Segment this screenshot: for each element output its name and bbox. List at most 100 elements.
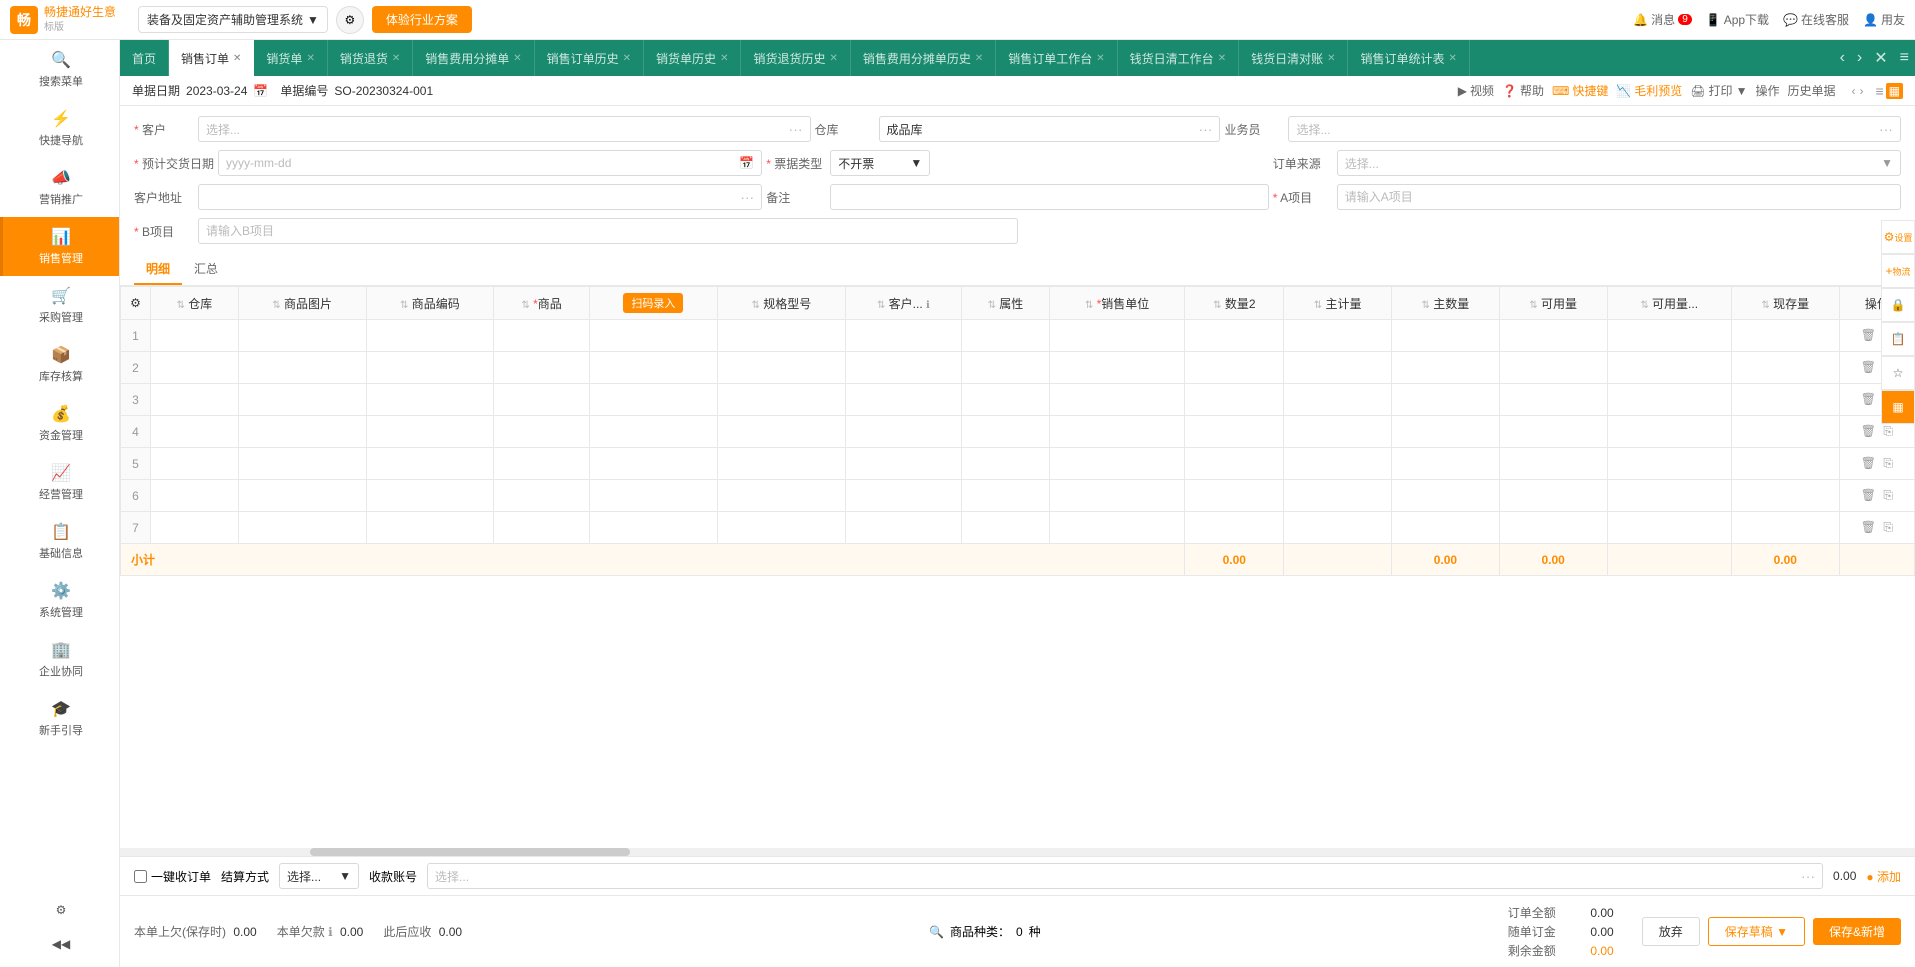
- online-service-btn[interactable]: 💬 在线客服: [1783, 11, 1849, 28]
- history-btn[interactable]: 历史单据: [1787, 82, 1835, 99]
- help-btn[interactable]: ❓ 帮助: [1502, 82, 1544, 99]
- row-spec-model[interactable]: [718, 512, 846, 544]
- row-main-quantity[interactable]: [1392, 416, 1500, 448]
- row-attributes[interactable]: [962, 352, 1050, 384]
- sidebar-item-purchase[interactable]: 🛒 采购管理: [0, 276, 119, 335]
- tab-sales-order-stats[interactable]: 销售订单统计表 ✕: [1348, 40, 1469, 76]
- delete-row-icon[interactable]: 🗑: [1861, 392, 1876, 406]
- close-sales-bill-tab[interactable]: ✕: [306, 53, 314, 64]
- copy-row-icon[interactable]: ⎘: [1883, 424, 1893, 438]
- right-add-logistics-btn[interactable]: + 物流: [1881, 254, 1915, 288]
- delivery-calendar-icon[interactable]: 📅: [739, 156, 754, 170]
- row-spec-model[interactable]: [718, 320, 846, 352]
- row-product-code[interactable]: [366, 512, 494, 544]
- row-quantity2[interactable]: [1185, 352, 1284, 384]
- a-project-input[interactable]: 请输入A项目: [1337, 184, 1901, 210]
- row-warehouse[interactable]: [151, 416, 239, 448]
- close-cash-workbench-tab[interactable]: ✕: [1218, 53, 1226, 64]
- close-sales-order-tab[interactable]: ✕: [233, 53, 241, 64]
- sidebar-item-operations[interactable]: 📈 经营管理: [0, 453, 119, 512]
- receipt-dots-btn[interactable]: ···: [1801, 868, 1815, 884]
- delete-row-icon[interactable]: 🗑: [1861, 424, 1876, 438]
- sidebar-item-quicknav[interactable]: ⚡ 快捷导航: [0, 99, 119, 158]
- sidebar-item-guide[interactable]: 🎓 新手引导: [0, 689, 119, 748]
- print-btn[interactable]: 🖨 打印 ▼: [1690, 82, 1747, 99]
- calendar-icon[interactable]: 📅: [253, 84, 268, 98]
- row-warehouse[interactable]: [151, 320, 239, 352]
- row-product[interactable]: [494, 448, 590, 480]
- tab-more-btn[interactable]: ≡: [1894, 49, 1915, 67]
- row-main-quantity[interactable]: [1392, 512, 1500, 544]
- row-product-code[interactable]: [366, 384, 494, 416]
- tab-sales-order-workbench[interactable]: 销售订单工作台 ✕: [996, 40, 1117, 76]
- user-btn[interactable]: 👤 用友: [1863, 11, 1905, 28]
- table-gear-icon[interactable]: ⚙: [130, 296, 141, 310]
- row-quantity2[interactable]: [1185, 384, 1284, 416]
- row-product-code[interactable]: [366, 480, 494, 512]
- sub-tab-summary[interactable]: 汇总: [182, 254, 230, 285]
- row-attributes[interactable]: [962, 320, 1050, 352]
- close-expense-split-tab[interactable]: ✕: [513, 53, 521, 64]
- delete-row-icon[interactable]: 🗑: [1861, 360, 1876, 374]
- row-product[interactable]: [494, 384, 590, 416]
- tab-sales-bill[interactable]: 销货单 ✕: [254, 40, 327, 76]
- operation-btn[interactable]: 操作: [1755, 82, 1779, 99]
- invoice-type-select[interactable]: 不开票 ▼: [830, 150, 930, 176]
- tab-prev-btn[interactable]: ‹: [1834, 49, 1851, 67]
- row-customer-code[interactable]: [845, 512, 961, 544]
- row-customer-code[interactable]: [845, 448, 961, 480]
- order-source-input[interactable]: 选择... ▼: [1337, 150, 1901, 176]
- delete-row-icon[interactable]: 🗑: [1861, 488, 1876, 502]
- row-quantity2[interactable]: [1185, 448, 1284, 480]
- tab-cash-daily-account[interactable]: 钱货日清对账 ✕: [1239, 40, 1348, 76]
- save-draft-arrow[interactable]: ▼: [1776, 925, 1788, 939]
- row-warehouse[interactable]: [151, 512, 239, 544]
- copy-row-icon[interactable]: ⎘: [1883, 456, 1893, 470]
- sidebar-collapse-btn[interactable]: ◀◀: [49, 931, 70, 957]
- tab-cash-daily-workbench[interactable]: 钱货日清工作台 ✕: [1118, 40, 1239, 76]
- row-spec-model[interactable]: [718, 480, 846, 512]
- row-spec-model[interactable]: [718, 448, 846, 480]
- scan-entry-btn[interactable]: 扫码录入: [623, 293, 683, 313]
- system-selector[interactable]: 装备及固定资产辅助管理系统 ▼: [138, 6, 328, 33]
- row-attributes[interactable]: [962, 480, 1050, 512]
- row-customer-code[interactable]: [845, 352, 961, 384]
- copy-row-icon[interactable]: ⎘: [1883, 520, 1893, 534]
- row-customer-code[interactable]: [845, 384, 961, 416]
- row-sales-unit[interactable]: [1049, 320, 1185, 352]
- right-lock-btn[interactable]: 🔒: [1881, 288, 1915, 322]
- next-record-btn[interactable]: ›: [1859, 84, 1863, 98]
- delete-row-icon[interactable]: 🗑: [1861, 328, 1876, 342]
- right-barcode-btn[interactable]: ▦: [1881, 390, 1915, 424]
- save-new-button[interactable]: 保存&新增: [1813, 918, 1901, 945]
- sidebar-item-sales[interactable]: 📊 销售管理: [0, 217, 119, 276]
- delete-row-icon[interactable]: 🗑: [1861, 456, 1876, 470]
- add-receipt-btn[interactable]: ● 添加: [1866, 868, 1901, 885]
- tab-return-history[interactable]: 销货退货历史 ✕: [741, 40, 850, 76]
- row-warehouse[interactable]: [151, 480, 239, 512]
- receipt-account-input[interactable]: 选择... ···: [427, 863, 1823, 889]
- list-view-btn[interactable]: ≡: [1875, 83, 1883, 99]
- tab-expense-split-history[interactable]: 销售费用分摊单历史 ✕: [851, 40, 996, 76]
- customer-dots-btn[interactable]: ···: [789, 121, 803, 137]
- row-main-quantity[interactable]: [1392, 448, 1500, 480]
- payment-method-select[interactable]: 选择... ▼: [279, 863, 359, 889]
- row-spec-model[interactable]: [718, 384, 846, 416]
- row-attributes[interactable]: [962, 448, 1050, 480]
- save-draft-button[interactable]: 保存草稿 ▼: [1708, 917, 1805, 946]
- salesperson-input[interactable]: 选择... ···: [1288, 116, 1901, 142]
- sub-tab-detail[interactable]: 明细: [134, 254, 182, 285]
- row-sales-unit[interactable]: [1049, 512, 1185, 544]
- tab-sales-order[interactable]: 销售订单 ✕: [169, 40, 254, 76]
- col-gear[interactable]: ⚙: [121, 287, 151, 320]
- row-main-quantity[interactable]: [1392, 320, 1500, 352]
- scrollbar-thumb[interactable]: [310, 848, 630, 856]
- grid-view-btn[interactable]: ▦: [1886, 83, 1903, 99]
- row-main-quantity[interactable]: [1392, 480, 1500, 512]
- address-dots-btn[interactable]: ···: [740, 189, 754, 205]
- view-btn[interactable]: ▶ 视频: [1458, 82, 1494, 99]
- trial-button[interactable]: 体验行业方案: [372, 6, 472, 33]
- row-attributes[interactable]: [962, 512, 1050, 544]
- row-product-code[interactable]: [366, 416, 494, 448]
- profit-preview-btn[interactable]: 📉 毛利预览: [1616, 82, 1682, 99]
